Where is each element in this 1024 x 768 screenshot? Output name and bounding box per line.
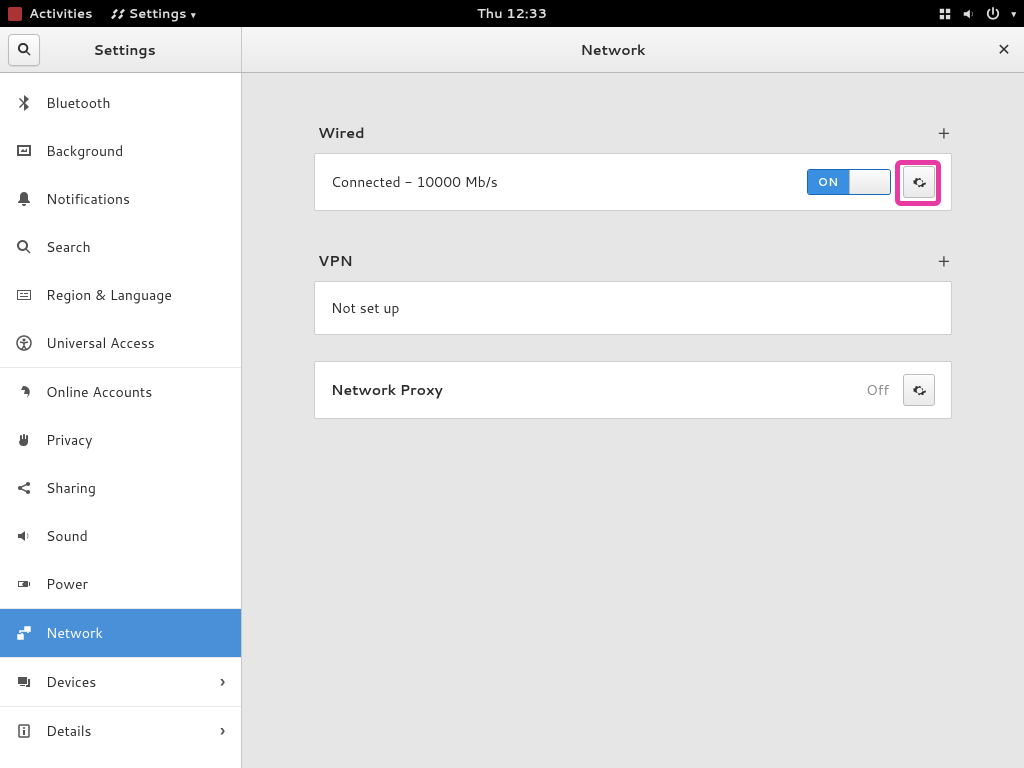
network-icon[interactable]: [938, 7, 952, 21]
sidebar: Bluetooth Background Notifications Searc…: [0, 73, 242, 768]
proxy-label: Network Proxy: [331, 380, 443, 400]
vpn-row: Not set up: [314, 281, 952, 335]
globe-icon: [16, 287, 32, 303]
caret-down-icon: ▾: [191, 8, 196, 21]
toggle-off-handle: [849, 170, 891, 194]
volume-icon[interactable]: [962, 7, 976, 21]
sidebar-item-label: Power: [46, 574, 88, 594]
battery-icon: [16, 576, 32, 592]
toggle-on-label: ON: [808, 170, 849, 194]
network-icon: [16, 625, 32, 641]
hand-icon: [16, 432, 32, 448]
power-icon[interactable]: [986, 7, 1000, 21]
vpn-status: Not set up: [331, 298, 399, 318]
chevron-right-icon: ›: [220, 719, 225, 742]
wired-toggle[interactable]: ON: [807, 169, 891, 195]
sidebar-item-region-language[interactable]: Region & Language: [0, 271, 241, 319]
sidebar-item-label: Search: [46, 237, 91, 257]
sidebar-item-label: Universal Access: [46, 333, 155, 353]
add-wired-button[interactable]: +: [938, 119, 952, 145]
sidebar-item-power[interactable]: Power: [0, 560, 241, 608]
wired-status: Connected - 10000 Mb/s: [331, 172, 498, 192]
background-icon: [16, 143, 32, 159]
proxy-settings-button[interactable]: [903, 374, 935, 406]
sidebar-item-label: Sound: [46, 526, 88, 546]
sidebar-item-label: Bluetooth: [46, 93, 110, 113]
sidebar-item-sound[interactable]: Sound: [0, 512, 241, 560]
search-icon: [16, 239, 32, 255]
headerbar: Settings Network ✕: [0, 27, 1024, 73]
plus-icon: +: [938, 119, 950, 145]
sidebar-item-universal-access[interactable]: Universal Access: [0, 319, 241, 367]
sidebar-item-label: Background: [46, 141, 123, 161]
caret-down-icon: ▾: [1011, 7, 1016, 20]
vpn-title: VPN: [318, 250, 353, 271]
close-button[interactable]: ✕: [984, 38, 1024, 61]
search-icon: [17, 42, 32, 57]
gear-icon: [912, 175, 927, 190]
plus-icon: +: [938, 247, 950, 273]
sidebar-item-privacy[interactable]: Privacy: [0, 416, 241, 464]
clock[interactable]: Thu 12:33: [477, 5, 547, 23]
distro-icon: [8, 7, 22, 21]
sidebar-item-search[interactable]: Search: [0, 223, 241, 271]
wired-title: Wired: [318, 122, 365, 143]
network-proxy-row[interactable]: Network Proxy Off: [314, 361, 952, 419]
sidebar-item-label: Network: [46, 623, 103, 643]
sidebar-item-label: Devices: [46, 672, 96, 692]
sidebar-item-label: Privacy: [46, 430, 92, 450]
sidebar-item-sharing[interactable]: Sharing: [0, 464, 241, 512]
sidebar-title: Settings: [40, 40, 241, 60]
chevron-right-icon: ›: [220, 670, 225, 693]
sidebar-item-label: Online Accounts: [46, 382, 152, 402]
proxy-status: Off: [866, 380, 889, 400]
close-icon: ✕: [997, 38, 1010, 61]
search-button[interactable]: [8, 34, 40, 66]
top-panel: Activities Settings ▾ Thu 12:33 ▾: [0, 0, 1024, 27]
accessibility-icon: [16, 335, 32, 351]
wired-settings-button[interactable]: [903, 166, 935, 198]
activities-button[interactable]: Activities: [29, 5, 93, 23]
speaker-icon: [16, 528, 32, 544]
sidebar-item-background[interactable]: Background: [0, 127, 241, 175]
sidebar-item-details[interactable]: Details ›: [0, 707, 241, 755]
app-menu-button[interactable]: Settings ▾: [129, 5, 196, 23]
sidebar-item-online-accounts[interactable]: Online Accounts: [0, 368, 241, 416]
tools-icon: [111, 7, 125, 21]
bluetooth-icon: [16, 95, 32, 111]
info-icon: [16, 723, 32, 739]
cloud-icon: [16, 384, 32, 400]
add-vpn-button[interactable]: +: [938, 247, 952, 273]
sidebar-item-network[interactable]: Network: [0, 609, 241, 657]
wired-section-header: Wired +: [318, 119, 952, 145]
page-title: Network: [242, 40, 984, 60]
sidebar-item-label: Sharing: [46, 478, 96, 498]
wired-connection-row: Connected - 10000 Mb/s ON: [314, 153, 952, 211]
sidebar-item-bluetooth[interactable]: Bluetooth: [0, 79, 241, 127]
share-icon: [16, 480, 32, 496]
sidebar-item-label: Region & Language: [46, 285, 172, 305]
bell-icon: [16, 191, 32, 207]
sidebar-item-devices[interactable]: Devices ›: [0, 658, 241, 706]
devices-icon: [16, 674, 32, 690]
gear-icon: [912, 383, 927, 398]
sidebar-item-label: Notifications: [46, 189, 130, 209]
sidebar-item-notifications[interactable]: Notifications: [0, 175, 241, 223]
sidebar-item-label: Details: [46, 721, 92, 741]
vpn-section-header: VPN +: [318, 247, 952, 273]
main-content: Wired + Connected - 10000 Mb/s ON: [242, 73, 1024, 768]
